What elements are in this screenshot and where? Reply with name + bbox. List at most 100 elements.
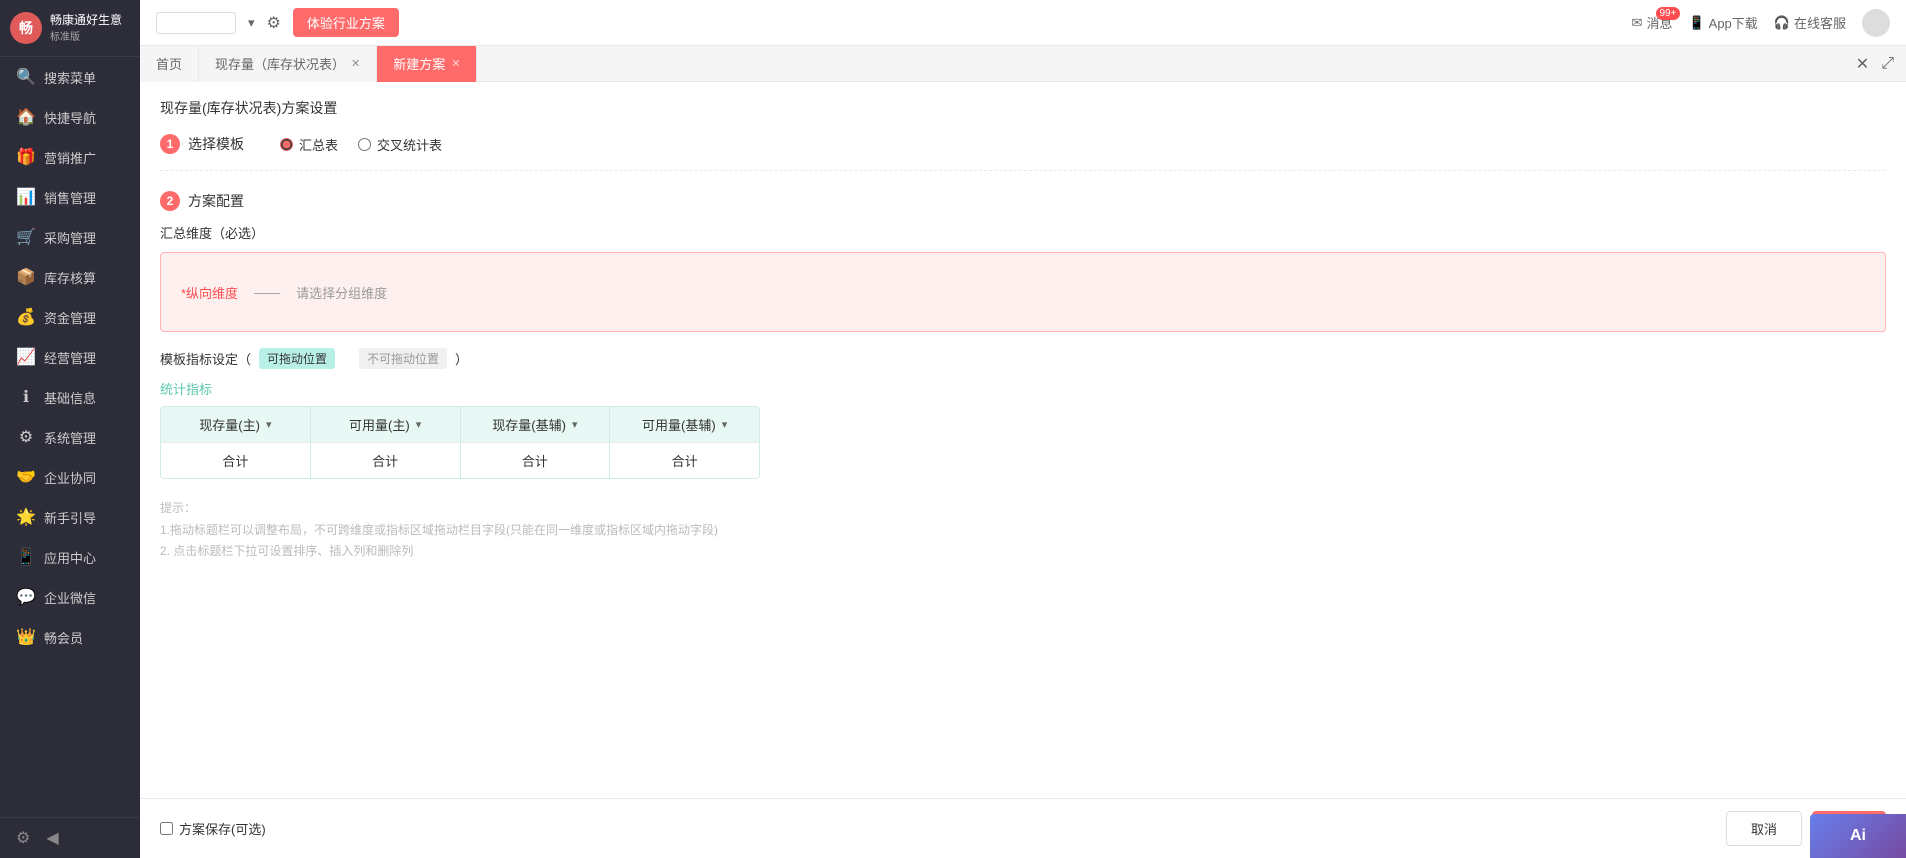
body-label-3: 合计 xyxy=(522,451,548,470)
tab-new-plan[interactable]: 新建方案 ✕ xyxy=(377,46,477,82)
user-avatar-container[interactable] xyxy=(1862,9,1890,37)
membership-icon: 👑 xyxy=(16,627,36,647)
content-area: 现存量(库存状况表)方案设置 1 选择模板 汇总表 交叉统计表 xyxy=(140,82,1906,798)
sidebar-item-quick-nav[interactable]: 🏠 快捷导航 xyxy=(0,97,140,137)
tab-inventory-close[interactable]: ✕ xyxy=(351,57,360,70)
sidebar-footer: ⚙ ◀ xyxy=(0,817,140,858)
sidebar-item-label: 采购管理 xyxy=(44,228,96,247)
system-icon: ⚙ xyxy=(16,427,36,447)
tab-inventory[interactable]: 现存量（库存状况表） ✕ xyxy=(199,46,377,82)
sidebar-item-label: 企业协同 xyxy=(44,468,96,487)
message-badge[interactable]: ✉ 消息 99+ xyxy=(1632,13,1673,32)
app-name: 畅康通好生意 xyxy=(50,13,122,29)
save-checkbox-input[interactable] xyxy=(160,822,173,835)
message-icon: ✉ xyxy=(1632,15,1643,31)
sidebar-item-system[interactable]: ⚙ 系统管理 xyxy=(0,417,140,457)
page-container: 现存量(库存状况表)方案设置 1 选择模板 汇总表 交叉统计表 xyxy=(140,82,1906,798)
tab-new-plan-close[interactable]: ✕ xyxy=(451,57,460,70)
radio-cross-label: 交叉统计表 xyxy=(377,135,442,154)
settings-icon[interactable]: ⚙ xyxy=(16,828,30,848)
radio-cross[interactable]: 交叉统计表 xyxy=(358,135,442,154)
indicators-config-label: 模板指标设定（ 可拖动位置 不可拖动位置 ） xyxy=(160,348,1886,369)
section-1-number: 1 xyxy=(160,134,180,154)
page-title: 现存量(库存状况表)方案设置 xyxy=(160,98,1886,118)
table-header-cell-4[interactable]: 可用量(基辅) ▾ xyxy=(610,407,759,442)
body-label-2: 合计 xyxy=(372,451,398,470)
search-input[interactable] xyxy=(156,12,236,34)
sidebar-item-label: 搜索菜单 xyxy=(44,68,96,87)
radio-cross-input[interactable] xyxy=(358,138,371,151)
tab-home[interactable]: 首页 xyxy=(140,46,199,82)
finance-icon: 💰 xyxy=(16,307,36,327)
app-download-link[interactable]: 📱 App下载 xyxy=(1688,13,1757,32)
header-label-4: 可用量(基辅) xyxy=(642,415,716,434)
tab-close-all-icon[interactable]: ✕ xyxy=(1852,52,1873,76)
section-2: 2 方案配置 汇总维度（必选） *纵向维度 —— 请选择分组维度 模板指标设定（… xyxy=(160,191,1886,563)
sidebar-item-membership[interactable]: 👑 畅会员 xyxy=(0,617,140,657)
sidebar-item-label: 资金管理 xyxy=(44,308,96,327)
sidebar-item-wechat[interactable]: 💬 企业微信 xyxy=(0,577,140,617)
table-header-cell-3[interactable]: 现存量(基辅) ▾ xyxy=(461,407,611,442)
sidebar-item-sales[interactable]: 📊 销售管理 xyxy=(0,177,140,217)
sidebar-item-search[interactable]: 🔍 搜索菜单 xyxy=(0,57,140,97)
main-area: ▾ ⚙ 体验行业方案 ✉ 消息 99+ 📱 App下载 🎧 在线客服 xyxy=(140,0,1906,858)
table-header-cell-1[interactable]: 现存量(主) ▾ xyxy=(161,407,311,442)
marketing-icon: 🎁 xyxy=(16,147,36,167)
dimension-area[interactable]: *纵向维度 —— 请选择分组维度 xyxy=(160,252,1886,332)
radio-summary-input[interactable] xyxy=(280,138,293,151)
sidebar-item-management[interactable]: 📈 经营管理 xyxy=(0,337,140,377)
app-tag: 标准版 xyxy=(50,28,122,43)
cancel-button[interactable]: 取消 xyxy=(1726,811,1802,846)
sidebar-item-label: 畅会员 xyxy=(44,628,83,647)
apps-icon: 📱 xyxy=(16,547,36,567)
tab-expand-icon[interactable]: ⤢ xyxy=(1877,53,1898,75)
tabs-controls: ✕ ⤢ xyxy=(1852,52,1906,76)
section-2-number: 2 xyxy=(160,191,180,211)
sidebar-item-inventory[interactable]: 📦 库存核算 xyxy=(0,257,140,297)
tab-new-plan-label: 新建方案 xyxy=(393,54,445,73)
chevron-down-icon-4[interactable]: ▾ xyxy=(722,418,728,431)
chevron-down-icon-1[interactable]: ▾ xyxy=(266,418,272,431)
table-header-cell-2[interactable]: 可用量(主) ▾ xyxy=(311,407,461,442)
trial-industry-button[interactable]: 体验行业方案 xyxy=(293,8,399,37)
radio-summary[interactable]: 汇总表 xyxy=(280,135,338,154)
topbar-dropdown[interactable]: ▾ xyxy=(248,15,255,31)
collapse-icon[interactable]: ◀ xyxy=(46,828,58,848)
chevron-down-icon-3[interactable]: ▾ xyxy=(572,418,578,431)
sidebar-item-label: 企业微信 xyxy=(44,588,96,607)
section-1-title: 选择模板 xyxy=(188,134,244,154)
table-body-cell-1: 合计 xyxy=(161,443,311,478)
section-2-header: 2 方案配置 xyxy=(160,191,1886,211)
message-count: 99+ xyxy=(1656,7,1681,20)
sidebar-item-label: 新手引导 xyxy=(44,508,96,527)
purchase-icon: 🛒 xyxy=(16,227,36,247)
sidebar-item-marketing[interactable]: 🎁 营销推广 xyxy=(0,137,140,177)
sidebar-item-label: 经营管理 xyxy=(44,348,96,367)
quick-nav-icon: 🏠 xyxy=(16,107,36,127)
header-label-3: 现存量(基辅) xyxy=(492,415,566,434)
table-header-row: 现存量(主) ▾ 可用量(主) ▾ 现存量(基辅) ▾ xyxy=(161,407,759,442)
sidebar-item-finance[interactable]: 💰 资金管理 xyxy=(0,297,140,337)
sidebar-item-enterprise[interactable]: 🤝 企业协同 xyxy=(0,457,140,497)
table-body-cell-3: 合计 xyxy=(461,443,611,478)
online-service-label: 在线客服 xyxy=(1794,13,1846,32)
table-body-cell-4: 合计 xyxy=(610,443,759,478)
drag-badge: 可拖动位置 xyxy=(259,348,335,369)
sidebar-item-guide[interactable]: 🌟 新手引导 xyxy=(0,497,140,537)
ai-float-button[interactable]: Ai xyxy=(1810,814,1906,858)
save-checkbox-label: 方案保存(可选) xyxy=(179,819,266,838)
topbar-gear-icon[interactable]: ⚙ xyxy=(267,13,281,33)
sidebar-item-basic-info[interactable]: ℹ 基础信息 xyxy=(0,377,140,417)
phone-icon: 📱 xyxy=(1688,15,1704,31)
online-service-link[interactable]: 🎧 在线客服 xyxy=(1774,13,1846,32)
save-checkbox[interactable]: 方案保存(可选) xyxy=(160,819,266,838)
sidebar-item-label: 系统管理 xyxy=(44,428,96,447)
tips-title: 提示： xyxy=(160,501,196,515)
sidebar-item-purchase[interactable]: 🛒 采购管理 xyxy=(0,217,140,257)
enterprise-icon: 🤝 xyxy=(16,467,36,487)
sidebar-item-apps[interactable]: 📱 应用中心 xyxy=(0,537,140,577)
sidebar-item-label: 库存核算 xyxy=(44,268,96,287)
chevron-down-icon-2[interactable]: ▾ xyxy=(416,418,422,431)
wechat-icon: 💬 xyxy=(16,587,36,607)
table-body-row: 合计 合计 合计 合计 xyxy=(161,442,759,478)
